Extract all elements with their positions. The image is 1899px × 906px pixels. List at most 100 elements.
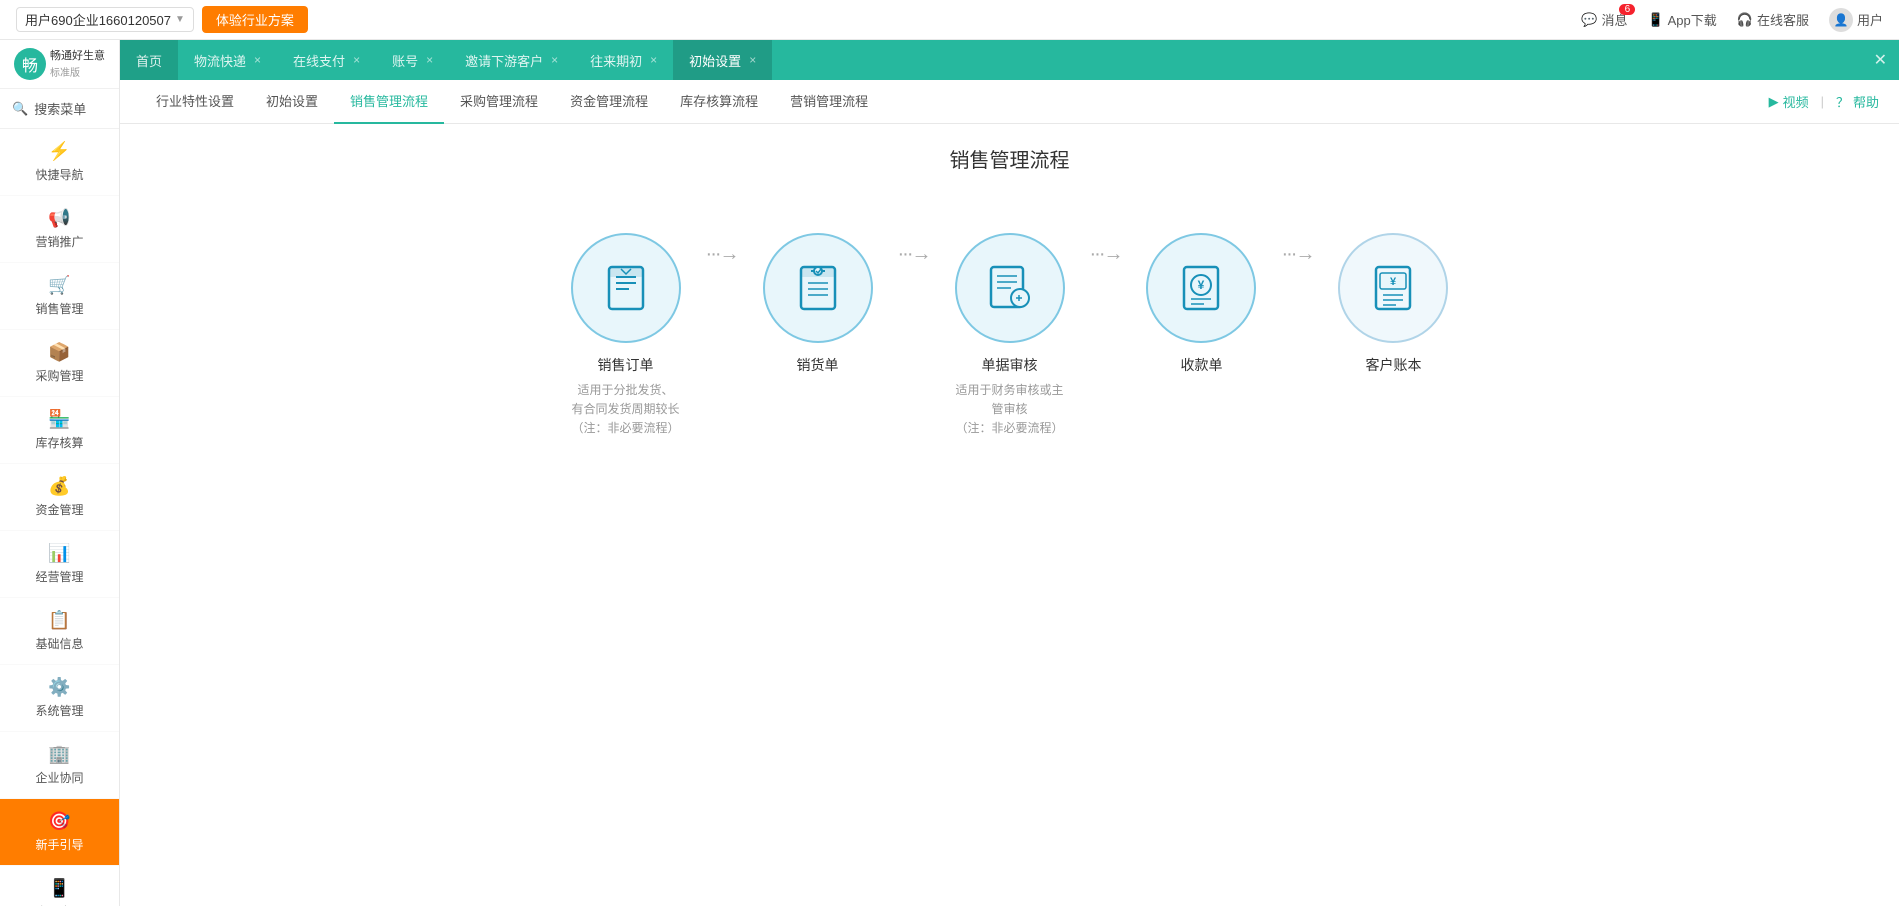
logo-subtitle: 标准版 — [50, 64, 105, 79]
app-center-icon: 📱 — [48, 878, 70, 899]
sidebar-item-purchase[interactable]: 📦 采购管理 — [0, 330, 119, 397]
sidebar-item-system[interactable]: ⚙️ 系统管理 — [0, 665, 119, 732]
flow-item-customer-account: ¥ 客户账本 — [1313, 233, 1473, 381]
nav-tab-account[interactable]: 账号 × — [376, 40, 449, 80]
user-selector[interactable]: 用户690企业1660120507 ▼ — [16, 7, 194, 32]
close-icon[interactable]: × — [426, 53, 433, 67]
sidebar-item-express[interactable]: ⚡ 快捷导航 — [0, 129, 119, 196]
message-icon: 💬 — [1581, 12, 1597, 28]
flow-item-sales-invoice: 销货单 — [738, 233, 898, 381]
sidebar-item-label: 库存核算 — [35, 434, 83, 451]
sidebar-item-new-guide[interactable]: 🎯 新手引导 — [0, 799, 119, 866]
app-download-label: App下载 — [1668, 10, 1717, 29]
sidebar-item-sales[interactable]: 🛒 销售管理 — [0, 263, 119, 330]
flow-diagram: 销售订单 适用于分批发货、有合同发货周期较长（注：非必要流程） ···→ — [140, 213, 1879, 459]
flow-circle-customer-account[interactable]: ¥ — [1338, 233, 1448, 343]
sidebar-search[interactable]: 🔍 搜索菜单 — [0, 89, 119, 129]
page-title: 销售管理流程 — [140, 144, 1879, 173]
invite-tab-label: 邀请下游客户 — [465, 51, 543, 70]
app-download-item[interactable]: 📱 App下载 — [1647, 10, 1716, 29]
sub-tab-capital-flow[interactable]: 资金管理流程 — [554, 80, 664, 124]
sales-flow-tab-label: 销售管理流程 — [350, 91, 428, 110]
user-name-label: 用户 — [1857, 10, 1883, 29]
flow-circle-doc-review[interactable] — [955, 233, 1065, 343]
message-badge: 6 — [1619, 4, 1635, 15]
sidebar-item-marketing-promo[interactable]: 📢 营销推广 — [0, 196, 119, 263]
nav-tab-init-setup[interactable]: 初始设置 × — [673, 40, 772, 80]
sub-tab-sales-flow[interactable]: 销售管理流程 — [334, 80, 444, 124]
nav-tab-online-pay[interactable]: 在线支付 × — [277, 40, 376, 80]
sidebar-item-app-center[interactable]: 📱 应用中心 — [0, 866, 119, 906]
nav-tab-invite-downstream[interactable]: 邀请下游客户 × — [449, 40, 574, 80]
flow-circle-sales-invoice[interactable] — [763, 233, 873, 343]
sub-tab-inventory-flow[interactable]: 库存核算流程 — [664, 80, 774, 124]
sidebar-item-operations[interactable]: 📊 经营管理 — [0, 531, 119, 598]
close-icon[interactable]: × — [650, 53, 657, 67]
close-icon[interactable]: × — [749, 53, 756, 67]
logo-title: 畅通好生意 — [50, 49, 105, 63]
nav-tabs-bar: 首页 物流快递 × 在线支付 × 账号 × 邀请下游客户 × 往来期初 × — [120, 40, 1899, 80]
sidebar-item-label: 快捷导航 — [35, 166, 83, 183]
flow-item-sales-order: 销售订单 适用于分批发货、有合同发货周期较长（注：非必要流程） — [546, 233, 706, 439]
flow-circle-sales-order[interactable] — [571, 233, 681, 343]
headset-icon: 🎧 — [1737, 12, 1753, 28]
online-service-label: 在线客服 — [1757, 10, 1809, 29]
flow-item-doc-review: 单据审核 适用于财务审核或主管审核（注：非必要流程） — [930, 233, 1090, 439]
message-item[interactable]: 💬 消息 6 — [1581, 10, 1627, 29]
sidebar-item-finance[interactable]: 💰 资金管理 — [0, 464, 119, 531]
receipt-icon: ¥ — [1174, 261, 1228, 315]
enterprise-icon: 🏢 — [48, 744, 70, 765]
sub-tab-marketing-flow[interactable]: 营销管理流程 — [774, 80, 884, 124]
flow-arrow-2: ···→ — [898, 233, 930, 326]
flow-label-doc-review: 单据审核 — [982, 355, 1038, 375]
close-icon[interactable]: × — [254, 53, 261, 67]
nav-close-all-button[interactable]: ✕ — [1862, 40, 1899, 80]
nav-tab-period-init[interactable]: 往来期初 × — [574, 40, 673, 80]
sidebar-item-label: 企业协同 — [35, 769, 83, 786]
sidebar-logo: 畅 畅通好生意 标准版 — [0, 40, 119, 89]
nav-tab-home[interactable]: 首页 — [120, 40, 178, 80]
close-icon[interactable]: × — [551, 53, 558, 67]
sub-tabs-right: ▶ 视频 | ？ 帮助 — [1769, 92, 1879, 111]
online-pay-tab-label: 在线支付 — [293, 51, 345, 70]
sub-tabs: 行业特性设置 初始设置 销售管理流程 采购管理流程 资金管理流程 库存核算流程 … — [120, 80, 1899, 124]
flow-desc-doc-review: 适用于财务审核或主管审核（注：非必要流程） — [955, 381, 1063, 439]
sidebar-item-label: 新手引导 — [35, 836, 83, 853]
guide-icon: 🎯 — [48, 811, 70, 832]
help-icon: ？ — [1836, 92, 1849, 111]
main-layout: 畅 畅通好生意 标准版 🔍 搜索菜单 ⚡ 快捷导航 📢 营销推广 🛒 销售管理 … — [0, 40, 1899, 906]
logo-text-block: 畅通好生意 标准版 — [50, 49, 105, 78]
user-avatar-item[interactable]: 👤 用户 — [1829, 8, 1883, 32]
sidebar-item-label: 基础信息 — [35, 635, 83, 652]
sub-tab-industry[interactable]: 行业特性设置 — [140, 80, 250, 124]
purchase-icon: 📦 — [48, 342, 70, 363]
trial-button[interactable]: 体验行业方案 — [202, 6, 308, 33]
top-bar-left: 用户690企业1660120507 ▼ 体验行业方案 — [16, 6, 308, 33]
flow-desc-sales-order: 适用于分批发货、有合同发货周期较长（注：非必要流程） — [572, 381, 680, 439]
online-service-item[interactable]: 🎧 在线客服 — [1737, 10, 1809, 29]
video-link[interactable]: ▶ 视频 — [1769, 92, 1809, 111]
flow-circle-receipt[interactable]: ¥ — [1146, 233, 1256, 343]
capital-flow-tab-label: 资金管理流程 — [570, 91, 648, 110]
sub-tab-init[interactable]: 初始设置 — [250, 80, 334, 124]
sidebar-item-label: 采购管理 — [35, 367, 83, 384]
marketing-flow-tab-label: 营销管理流程 — [790, 91, 868, 110]
sub-tab-purchase-flow[interactable]: 采购管理流程 — [444, 80, 554, 124]
chevron-down-icon: ▼ — [175, 14, 185, 25]
inventory-icon: 🏪 — [48, 409, 70, 430]
flow-label-sales-invoice: 销货单 — [797, 355, 839, 375]
download-icon: 📱 — [1647, 12, 1663, 28]
system-icon: ⚙️ — [48, 677, 70, 698]
operations-icon: 📊 — [48, 543, 70, 564]
logistics-tab-label: 物流快递 — [194, 51, 246, 70]
flow-arrow-4: ···→ — [1281, 233, 1313, 326]
sidebar-item-basic-info[interactable]: 📋 基础信息 — [0, 598, 119, 665]
close-icon[interactable]: × — [353, 53, 360, 67]
sidebar-item-enterprise[interactable]: 🏢 企业协同 — [0, 732, 119, 799]
nav-tab-logistics[interactable]: 物流快递 × — [178, 40, 277, 80]
flow-label-sales-order: 销售订单 — [598, 355, 654, 375]
help-link[interactable]: ？ 帮助 — [1836, 92, 1879, 111]
sidebar-item-label: 系统管理 — [35, 702, 83, 719]
sidebar-item-inventory[interactable]: 🏪 库存核算 — [0, 397, 119, 464]
content-area: 首页 物流快递 × 在线支付 × 账号 × 邀请下游客户 × 往来期初 × — [120, 40, 1899, 906]
